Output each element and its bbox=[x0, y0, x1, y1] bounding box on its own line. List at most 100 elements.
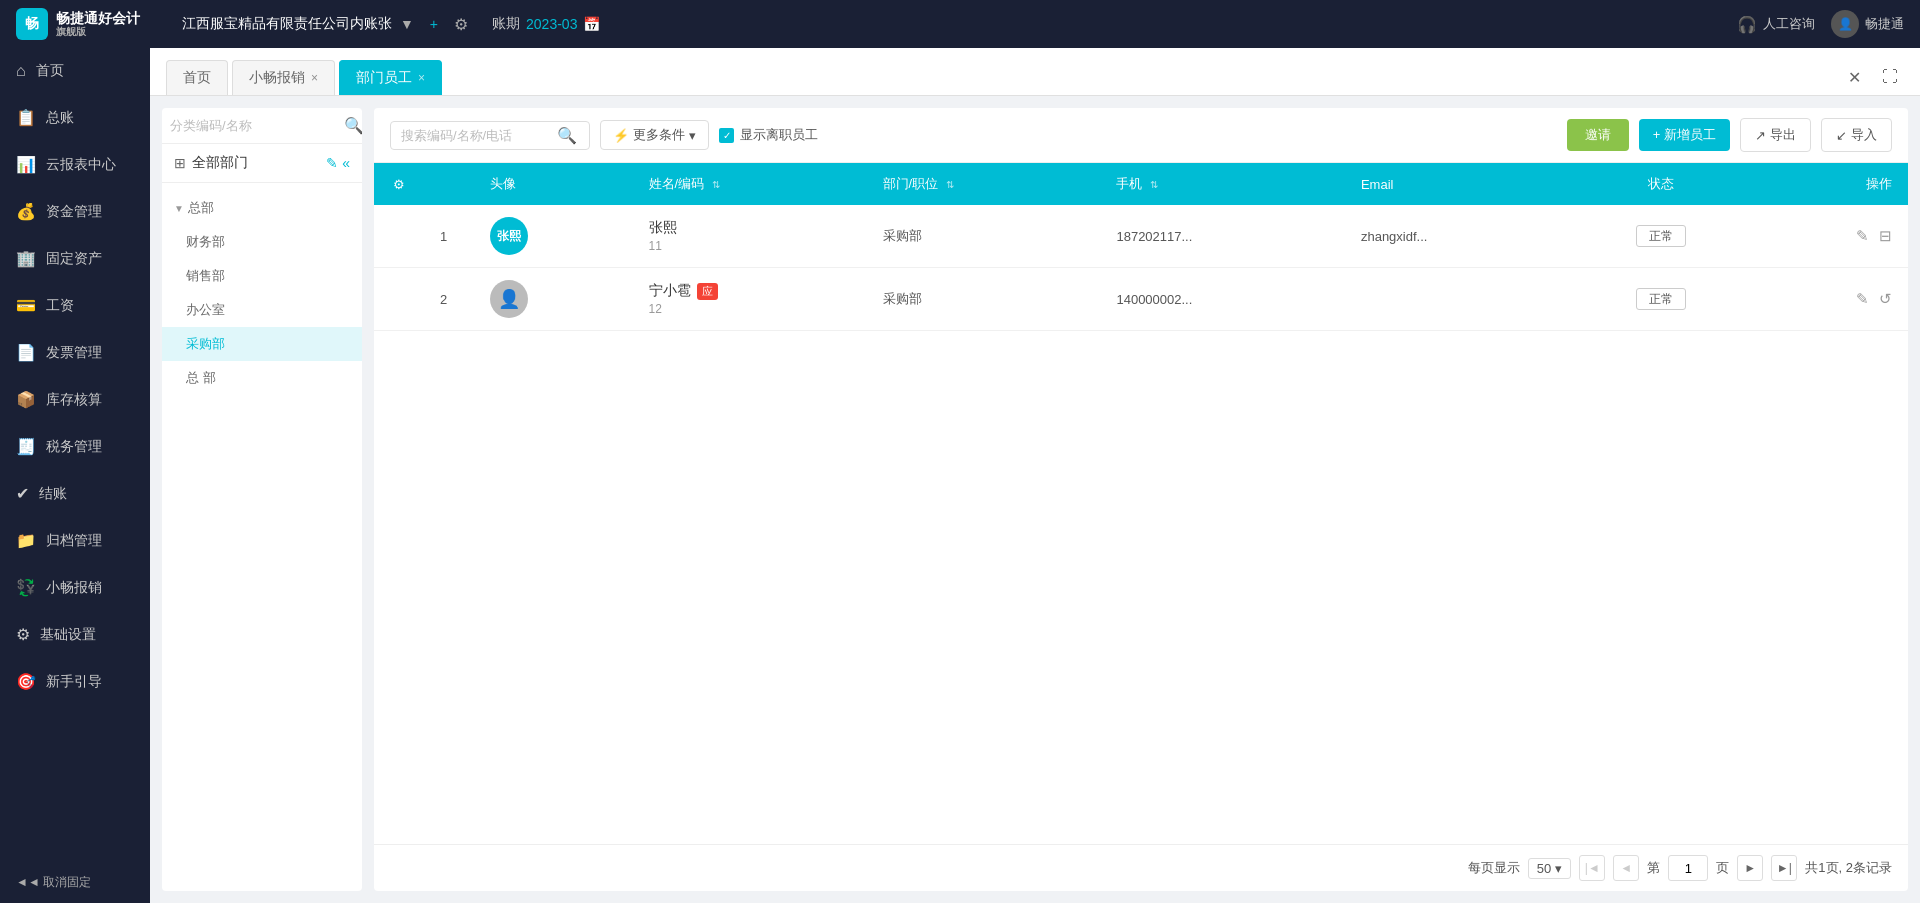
user-profile[interactable]: 👤 畅捷通 bbox=[1831, 10, 1904, 38]
tab-close-xiaochang[interactable]: × bbox=[311, 71, 318, 85]
row1-avatar: 张熙 bbox=[474, 205, 633, 268]
table-row: 2 👤 宁小雹 应 bbox=[374, 268, 1908, 331]
row1-dept: 采购部 bbox=[867, 205, 1101, 268]
show-resigned-checkbox[interactable]: ✓ bbox=[719, 128, 734, 143]
row2-action-icons: ✎ ↺ bbox=[1770, 290, 1892, 308]
row1-select bbox=[374, 205, 424, 268]
name-sort-icon: ⇅ bbox=[712, 179, 720, 190]
show-resigned-toggle[interactable]: ✓ 显示离职员工 bbox=[719, 126, 818, 144]
col-avatar: 头像 bbox=[474, 163, 633, 205]
page-number-input[interactable] bbox=[1668, 855, 1708, 881]
sidebar-item-home[interactable]: ⌂ 首页 bbox=[0, 48, 150, 94]
row2-status: 正常 bbox=[1568, 268, 1754, 331]
tax-icon: 🧾 bbox=[16, 437, 36, 456]
employee-search-input[interactable] bbox=[401, 128, 551, 143]
dept-node-general[interactable]: 总 部 bbox=[162, 361, 362, 395]
tab-close-dept-employee[interactable]: × bbox=[418, 71, 425, 85]
page-size-selector[interactable]: 50 ▾ bbox=[1528, 858, 1571, 879]
phone-sort-icon: ⇅ bbox=[1150, 179, 1158, 190]
page-content: 🔍 ⊞ 全部部门 ✎ « ▼ 总部 财务部 bbox=[150, 96, 1920, 903]
sidebar-item-reports[interactable]: 📊 云报表中心 bbox=[0, 141, 150, 188]
col-seq bbox=[424, 163, 474, 205]
pagination: 每页显示 50 ▾ |◄ ◄ 第 页 ► ►| 共1页, 2条记录 bbox=[374, 844, 1908, 891]
dept-node-root[interactable]: ▼ 总部 bbox=[162, 191, 362, 225]
row1-seq: 1 bbox=[424, 205, 474, 268]
home-icon: ⌂ bbox=[16, 62, 26, 80]
first-page-btn[interactable]: |◄ bbox=[1579, 855, 1605, 881]
dept-search: 🔍 bbox=[162, 108, 362, 144]
tab-xiaochang[interactable]: 小畅报销 × bbox=[232, 60, 335, 95]
last-page-btn[interactable]: ►| bbox=[1771, 855, 1797, 881]
col-name[interactable]: 姓名/编码 ⇅ bbox=[633, 163, 867, 205]
top-bar: 畅 畅捷通好会计 旗舰版 江西服宝精品有限责任公司内账张 ▼ + ⚙ 账期 20… bbox=[0, 0, 1920, 48]
sidebar-item-xiaochang[interactable]: 💱 小畅报销 bbox=[0, 564, 150, 611]
status-badge-row2: 正常 bbox=[1636, 288, 1686, 310]
sidebar-item-assets[interactable]: 🏢 固定资产 bbox=[0, 235, 150, 282]
dept-node-purchase[interactable]: 采购部 bbox=[162, 327, 362, 361]
col-setting[interactable]: ⚙ bbox=[374, 163, 424, 205]
edit-icon-row1[interactable]: ✎ bbox=[1856, 227, 1869, 245]
sidebar-item-checkout[interactable]: ✔ 结账 bbox=[0, 470, 150, 517]
dept-edit-btn[interactable]: ✎ bbox=[326, 155, 338, 171]
settings-btn[interactable]: ⚙ bbox=[454, 15, 468, 34]
refresh-icon-row2[interactable]: ↺ bbox=[1879, 290, 1892, 308]
ai-consult-btn[interactable]: 🎧 人工咨询 bbox=[1737, 15, 1815, 34]
tab-home[interactable]: 首页 bbox=[166, 60, 228, 95]
close-tab-btn[interactable]: ✕ bbox=[1840, 63, 1868, 91]
sidebar-item-tax[interactable]: 🧾 税务管理 bbox=[0, 423, 150, 470]
status-badge-row1: 正常 bbox=[1636, 225, 1686, 247]
sidebar-item-ledger[interactable]: 📋 总账 bbox=[0, 94, 150, 141]
expand-tab-btn[interactable]: ⛶ bbox=[1876, 63, 1904, 91]
employee-search-box: 🔍 bbox=[390, 121, 590, 150]
col-phone[interactable]: 手机 ⇅ bbox=[1100, 163, 1344, 205]
sidebar-item-settings[interactable]: ⚙ 基础设置 bbox=[0, 611, 150, 658]
dept-search-icon[interactable]: 🔍 bbox=[344, 116, 362, 135]
sidebar-item-funds[interactable]: 💰 资金管理 bbox=[0, 188, 150, 235]
row2-seq: 2 bbox=[424, 268, 474, 331]
next-page-btn[interactable]: ► bbox=[1737, 855, 1763, 881]
dept-collapse-btn[interactable]: « bbox=[342, 155, 350, 171]
filter-btn[interactable]: ⚡ 更多条件 ▾ bbox=[600, 120, 709, 150]
edit-icon-row2[interactable]: ✎ bbox=[1856, 290, 1869, 308]
employee-search-icon[interactable]: 🔍 bbox=[557, 126, 577, 145]
dept-node-office[interactable]: 办公室 bbox=[162, 293, 362, 327]
row1-action-icons: ✎ ⊟ bbox=[1770, 227, 1892, 245]
filter-icon: ⚡ bbox=[613, 128, 629, 143]
logout-icon-row1[interactable]: ⊟ bbox=[1879, 227, 1892, 245]
dept-search-input[interactable] bbox=[170, 118, 338, 133]
row2-phone: 140000002... bbox=[1100, 268, 1344, 331]
sidebar-item-invoice[interactable]: 📄 发票管理 bbox=[0, 329, 150, 376]
guide-icon: 🎯 bbox=[16, 672, 36, 691]
company-dropdown-icon: ▼ bbox=[400, 16, 414, 32]
sidebar-item-archive[interactable]: 📁 归档管理 bbox=[0, 517, 150, 564]
period-selector[interactable]: 账期 2023-03 📅 bbox=[492, 15, 600, 33]
company-selector[interactable]: 江西服宝精品有限责任公司内账张 ▼ + ⚙ 账期 2023-03 📅 bbox=[182, 15, 1737, 34]
employee-data-table: ⚙ 头像 姓名/编码 ⇅ 部门/职位 bbox=[374, 163, 1908, 331]
sidebar-item-salary[interactable]: 💳 工资 bbox=[0, 282, 150, 329]
export-btn[interactable]: ↗ 导出 bbox=[1740, 118, 1811, 152]
import-btn[interactable]: ↙ 导入 bbox=[1821, 118, 1892, 152]
row2-actions: ✎ ↺ bbox=[1754, 268, 1908, 331]
col-status: 状态 bbox=[1568, 163, 1754, 205]
add-company-btn[interactable]: + bbox=[430, 16, 438, 32]
row1-status: 正常 bbox=[1568, 205, 1754, 268]
dept-node-finance[interactable]: 财务部 bbox=[162, 225, 362, 259]
dept-grid-icon: ⊞ bbox=[174, 155, 186, 171]
sidebar-item-inventory[interactable]: 📦 库存核算 bbox=[0, 376, 150, 423]
col-dept[interactable]: 部门/职位 ⇅ bbox=[867, 163, 1101, 205]
top-bar-right: 🎧 人工咨询 👤 畅捷通 bbox=[1737, 10, 1904, 38]
tab-dept-employee[interactable]: 部门员工 × bbox=[339, 60, 442, 95]
invite-btn[interactable]: 邀请 bbox=[1567, 119, 1629, 151]
archive-icon: 📁 bbox=[16, 531, 36, 550]
row2-name-badge: 宁小雹 应 bbox=[649, 282, 851, 300]
all-dept-header: ⊞ 全部部门 ✎ « bbox=[162, 144, 362, 183]
add-employee-btn[interactable]: + 新增员工 bbox=[1639, 119, 1730, 151]
row1-name: 张熙 11 bbox=[633, 205, 867, 268]
sidebar-item-guide[interactable]: 🎯 新手引导 bbox=[0, 658, 150, 705]
tab-bar: 首页 小畅报销 × 部门员工 × ✕ ⛶ bbox=[150, 48, 1920, 96]
prev-page-btn[interactable]: ◄ bbox=[1613, 855, 1639, 881]
table-row: 1 张熙 张熙 11 bbox=[374, 205, 1908, 268]
funds-icon: 💰 bbox=[16, 202, 36, 221]
dept-node-sales[interactable]: 销售部 bbox=[162, 259, 362, 293]
cancel-pin-btn[interactable]: ◄◄ 取消固定 bbox=[0, 862, 150, 903]
